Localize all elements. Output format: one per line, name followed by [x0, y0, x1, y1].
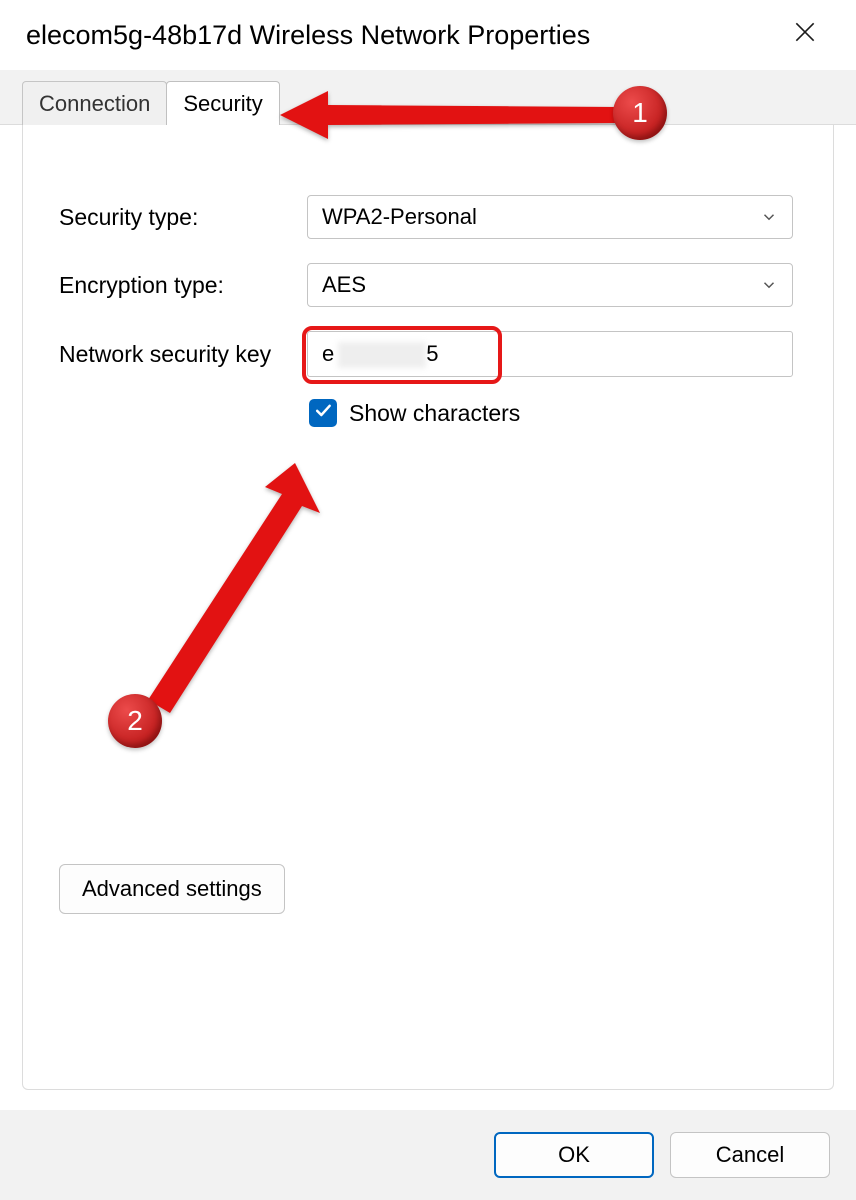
tab-connection-label: Connection — [39, 91, 150, 116]
row-security-type: Security type: WPA2-Personal — [59, 195, 793, 239]
window-title: elecom5g-48b17d Wireless Network Propert… — [26, 20, 780, 51]
close-button[interactable] — [780, 10, 830, 60]
network-key-prefix: e — [322, 341, 334, 367]
encryption-type-select[interactable]: AES — [307, 263, 793, 307]
annotation-badge-1: 1 — [613, 86, 667, 140]
cancel-button[interactable]: Cancel — [670, 1132, 830, 1178]
network-key-label: Network security key — [59, 341, 307, 368]
annotation-badge-1-text: 1 — [632, 97, 648, 129]
tab-security[interactable]: Security — [166, 81, 279, 125]
row-encryption-type: Encryption type: AES — [59, 263, 793, 307]
tab-connection[interactable]: Connection — [22, 81, 167, 125]
row-show-characters: Show characters — [309, 399, 793, 427]
annotation-badge-2: 2 — [108, 694, 162, 748]
annotation-arrow-1 — [280, 85, 660, 145]
security-type-select[interactable]: WPA2-Personal — [307, 195, 793, 239]
properties-dialog: elecom5g-48b17d Wireless Network Propert… — [0, 0, 856, 1200]
ok-button[interactable]: OK — [494, 1132, 654, 1178]
annotation-badge-2-text: 2 — [127, 705, 143, 737]
encryption-type-label: Encryption type: — [59, 272, 307, 299]
show-characters-checkbox[interactable] — [309, 399, 337, 427]
show-characters-label: Show characters — [349, 400, 520, 427]
network-key-input[interactable]: e 5 — [307, 331, 793, 377]
ok-label: OK — [558, 1142, 590, 1168]
annotation-arrow-2 — [120, 463, 340, 723]
advanced-settings-button[interactable]: Advanced settings — [59, 864, 285, 914]
security-type-value: WPA2-Personal — [322, 204, 477, 230]
tab-security-label: Security — [183, 91, 262, 116]
advanced-settings-label: Advanced settings — [82, 876, 262, 901]
row-network-key: Network security key e 5 — [59, 331, 793, 377]
cancel-label: Cancel — [716, 1142, 784, 1168]
encryption-type-value: AES — [322, 272, 366, 298]
chevron-down-icon — [760, 208, 778, 226]
chevron-down-icon — [760, 276, 778, 294]
network-key-masked — [338, 342, 426, 368]
title-bar: elecom5g-48b17d Wireless Network Propert… — [0, 0, 856, 70]
close-icon — [792, 19, 818, 51]
network-key-suffix: 5 — [426, 341, 438, 367]
security-type-label: Security type: — [59, 204, 307, 231]
check-icon — [313, 400, 333, 426]
dialog-footer: OK Cancel — [0, 1110, 856, 1200]
